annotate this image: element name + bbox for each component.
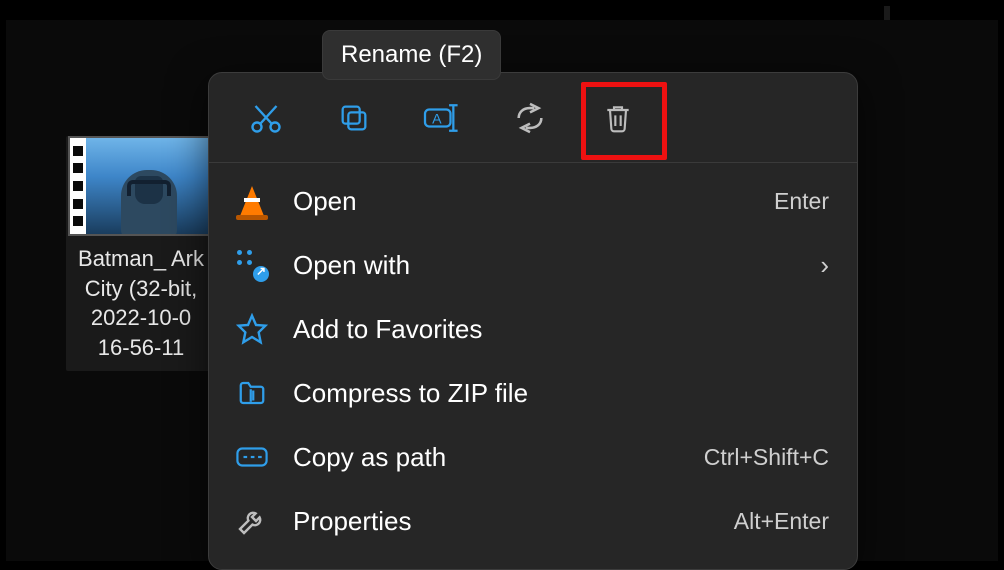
share-icon — [513, 101, 547, 135]
chevron-right-icon: › — [820, 250, 829, 281]
menu-label: Copy as path — [293, 442, 682, 473]
menu-label: Properties — [293, 506, 712, 537]
menu-item-open-with[interactable]: Open with › — [209, 233, 857, 297]
file-item[interactable]: Batman_ Ark City (32-bit, 2022-10-0 16-5… — [66, 136, 216, 371]
file-label: Batman_ Ark City (32-bit, 2022-10-0 16-5… — [78, 244, 204, 363]
copy-icon — [337, 101, 371, 135]
menu-label: Add to Favorites — [293, 314, 829, 345]
delete-icon — [602, 101, 634, 135]
delete-button[interactable] — [579, 85, 657, 151]
copy-path-icon — [233, 438, 271, 476]
rename-icon: A — [422, 101, 462, 135]
copy-button[interactable] — [315, 85, 393, 151]
open-with-icon — [233, 246, 271, 284]
rename-button[interactable]: A — [403, 85, 481, 151]
cut-icon — [248, 100, 284, 136]
wrench-icon — [233, 502, 271, 540]
filmstrip-left — [70, 138, 86, 234]
menu-item-compress[interactable]: Compress to ZIP file — [209, 361, 857, 425]
menu-label: Open with — [293, 250, 798, 281]
star-icon — [233, 310, 271, 348]
vlc-icon — [233, 182, 271, 220]
menu-item-favorites[interactable]: Add to Favorites — [209, 297, 857, 361]
cut-button[interactable] — [227, 85, 305, 151]
window-edge — [6, 6, 998, 20]
rename-tooltip: Rename (F2) — [322, 30, 501, 80]
menu-accelerator: Alt+Enter — [734, 508, 829, 535]
menu-item-properties[interactable]: Properties Alt+Enter — [209, 489, 857, 553]
menu-label: Open — [293, 186, 752, 217]
context-menu: A — [208, 72, 858, 570]
menu-item-copy-path[interactable]: Copy as path Ctrl+Shift+C — [209, 425, 857, 489]
menu-accelerator: Enter — [774, 188, 829, 215]
menu-list: Open Enter Open with › Add to Favorites — [209, 163, 857, 559]
svg-text:A: A — [432, 111, 442, 127]
zip-folder-icon — [233, 374, 271, 412]
video-thumbnail — [68, 136, 214, 236]
quick-actions-row: A — [209, 73, 857, 163]
thumbnail-image — [86, 138, 212, 234]
share-button[interactable] — [491, 85, 569, 151]
menu-accelerator: Ctrl+Shift+C — [704, 444, 829, 471]
menu-label: Compress to ZIP file — [293, 378, 829, 409]
menu-item-open[interactable]: Open Enter — [209, 169, 857, 233]
desktop-background: Batman_ Ark City (32-bit, 2022-10-0 16-5… — [6, 6, 998, 561]
